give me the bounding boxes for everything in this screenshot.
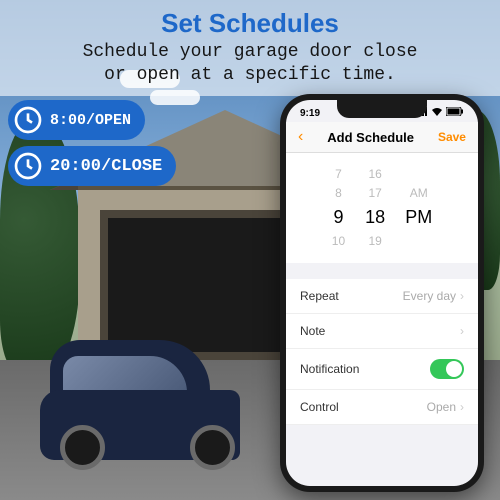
chevron-right-icon: › [460, 324, 464, 338]
nav-bar: ‹ Add Schedule Save [286, 122, 478, 153]
header: Set Schedules Schedule your garage door … [0, 0, 500, 96]
schedule-pill-open: 8:00/OPEN [8, 100, 145, 140]
settings-list: Repeat Every day › Note › Notification C… [286, 279, 478, 425]
time-picker[interactable]: 7 8 9 10 16 17 18 19 AM PM [286, 153, 478, 263]
repeat-value: Every day › [403, 289, 464, 303]
phone-mockup: 9:19 ‹ Add Schedule Save 7 8 9 [280, 94, 484, 492]
pill-text: 20:00/CLOSE [50, 157, 162, 176]
control-row[interactable]: Control Open › [286, 390, 478, 425]
clock-icon [12, 104, 44, 136]
schedule-pill-close: 20:00/CLOSE [8, 146, 176, 186]
page-subtitle: Schedule your garage door close or open … [0, 41, 500, 88]
status-time: 9:19 [300, 108, 320, 119]
chevron-right-icon: › [460, 400, 464, 414]
note-row[interactable]: Note › [286, 314, 478, 349]
clock-icon [12, 150, 44, 182]
phone-notch [337, 100, 427, 118]
back-button[interactable]: ‹ [298, 128, 303, 146]
pill-text: 8:00/OPEN [50, 112, 131, 129]
notification-row: Notification [286, 349, 478, 390]
repeat-row[interactable]: Repeat Every day › [286, 279, 478, 314]
notification-toggle[interactable] [430, 359, 464, 379]
minute-column[interactable]: 16 17 18 19 [365, 165, 385, 251]
phone-screen: 9:19 ‹ Add Schedule Save 7 8 9 [286, 100, 478, 486]
control-label: Control [300, 400, 339, 414]
notification-label: Notification [300, 362, 359, 376]
nav-title: Add Schedule [327, 130, 414, 145]
hour-column[interactable]: 7 8 9 10 [332, 165, 345, 251]
control-value: Open › [427, 400, 464, 414]
repeat-label: Repeat [300, 289, 339, 303]
save-button[interactable]: Save [438, 130, 466, 144]
page-title: Set Schedules [0, 8, 500, 39]
chevron-right-icon: › [460, 289, 464, 303]
note-label: Note [300, 324, 325, 338]
ampm-column[interactable]: AM PM [405, 184, 432, 232]
battery-icon [446, 107, 464, 119]
wifi-icon [431, 107, 443, 119]
